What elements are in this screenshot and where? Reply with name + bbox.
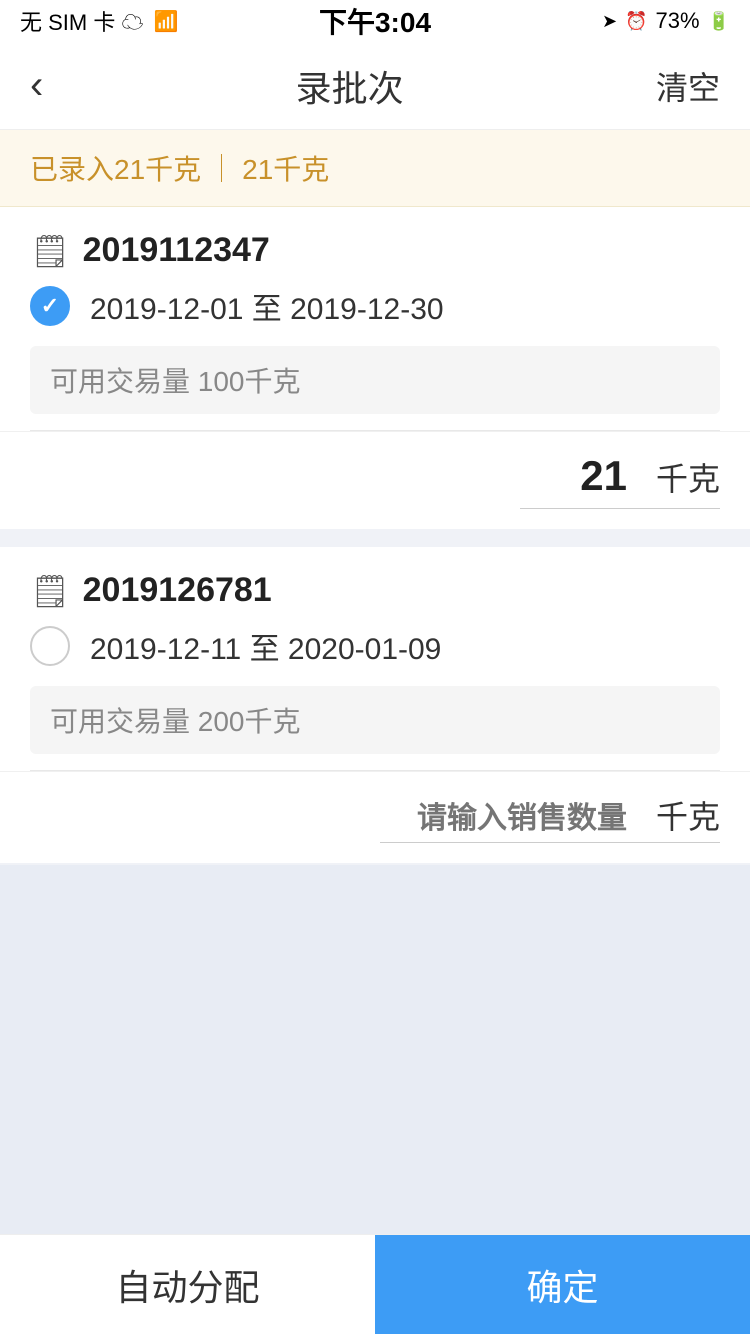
amount-underline-2	[380, 842, 720, 843]
radio-button-2[interactable]	[30, 626, 70, 666]
batch-date-row-2: 2019-12-11 至 2020-01-09	[0, 620, 750, 678]
batch-date-1: 2019-12-01 至 2019-12-30	[90, 284, 444, 328]
scroll-area: 🗒 2019112347 ✓ 2019-12-01 至 2019-12-30 可…	[0, 207, 750, 1234]
status-right: ➤ ⏰ 73% 🔋	[602, 8, 730, 34]
page-layout: 无 SIM 卡 ☁ 📶 下午3:04 ➤ ⏰ 73% 🔋 ‹ 录批次 清空 已录…	[0, 0, 750, 1334]
location-icon: ➤	[602, 11, 617, 32]
no-sim-text: 无 SIM 卡 ☁	[20, 5, 143, 37]
batch-icon-1: 🗒	[30, 232, 71, 270]
batch-card-1: 🗒 2019112347 ✓ 2019-12-01 至 2019-12-30 可…	[0, 207, 750, 529]
wifi-icon: 📶	[153, 9, 178, 34]
section-sep	[0, 531, 750, 547]
amount-underline-1	[520, 508, 720, 509]
info-banner: 已录入21千克 21千克	[0, 130, 750, 207]
amount-inner-1: 千克	[520, 452, 720, 509]
amount-unit-1: 千克	[656, 454, 720, 504]
back-button[interactable]: ‹	[30, 63, 43, 108]
empty-area	[0, 865, 750, 1234]
banner-divider	[221, 154, 222, 182]
amount-row-2: 千克	[0, 771, 750, 863]
confirm-button[interactable]: 确定	[375, 1235, 750, 1334]
batch-header-2: 🗒 2019126781	[0, 547, 750, 620]
battery-icon: 🔋	[708, 11, 730, 32]
status-time: 下午3:04	[319, 1, 431, 41]
amount-unit-2: 千克	[656, 792, 720, 838]
amount-row-1: 千克	[0, 431, 750, 529]
battery-text: 73%	[656, 8, 700, 34]
total-label: 21千克	[242, 148, 329, 188]
batch-qty-row-2: 可用交易量 200千克	[30, 686, 720, 754]
batch-card-2: 🗒 2019126781 2019-12-11 至 2020-01-09 可用交…	[0, 547, 750, 863]
batch-id-1: 2019112347	[83, 231, 270, 270]
check-icon: ✓	[41, 293, 59, 319]
amount-input-2[interactable]	[382, 802, 642, 836]
batch-qty-text-2: 可用交易量 200千克	[50, 706, 301, 737]
bottom-bar: 自动分配 确定	[0, 1234, 750, 1334]
batch-icon-2: 🗒	[30, 572, 71, 610]
amount-display-2: 千克	[382, 792, 720, 838]
batch-date-2: 2019-12-11 至 2020-01-09	[90, 624, 441, 668]
radio-button-1[interactable]: ✓	[30, 286, 70, 326]
amount-input-1[interactable]	[522, 452, 642, 500]
recorded-label: 已录入21千克	[30, 148, 201, 188]
batch-date-row-1: ✓ 2019-12-01 至 2019-12-30	[0, 280, 750, 338]
batch-qty-row-1: 可用交易量 100千克	[30, 346, 720, 414]
batch-header-1: 🗒 2019112347	[0, 207, 750, 280]
amount-display-1: 千克	[522, 452, 720, 504]
batch-qty-text-1: 可用交易量 100千克	[50, 366, 301, 397]
page-title: 录批次	[296, 60, 404, 112]
status-bar: 无 SIM 卡 ☁ 📶 下午3:04 ➤ ⏰ 73% 🔋	[0, 0, 750, 42]
alarm-icon: ⏰	[625, 11, 647, 32]
clear-button[interactable]: 清空	[656, 63, 720, 109]
status-left: 无 SIM 卡 ☁ 📶	[20, 5, 178, 37]
batch-id-2: 2019126781	[83, 571, 272, 610]
auto-distribute-button[interactable]: 自动分配	[0, 1235, 375, 1334]
nav-bar: ‹ 录批次 清空	[0, 42, 750, 130]
amount-inner-2: 千克	[380, 792, 720, 843]
